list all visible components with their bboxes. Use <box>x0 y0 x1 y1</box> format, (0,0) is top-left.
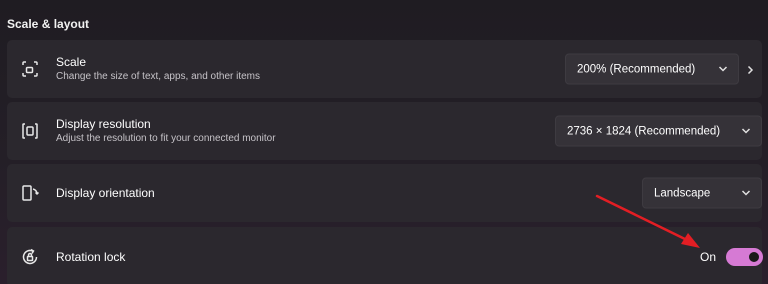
resolution-dropdown[interactable]: 2736 × 1824 (Recommended) <box>555 115 762 147</box>
chevron-right-icon[interactable] <box>744 63 756 75</box>
chevron-down-icon <box>717 63 729 75</box>
orientation-setting-card[interactable]: Display orientation Landscape <box>7 164 762 222</box>
orientation-dropdown[interactable]: Landscape <box>642 177 762 209</box>
resolution-subtitle: Adjust the resolution to fit your connec… <box>56 133 276 144</box>
section-title: Scale & layout <box>7 17 90 31</box>
rotation-lock-state-label: On <box>700 250 717 264</box>
resolution-dropdown-value: 2736 × 1824 (Recommended) <box>567 125 721 137</box>
orientation-title: Display orientation <box>56 186 155 200</box>
resolution-setting-card[interactable]: Display resolution Adjust the resolution… <box>7 102 762 160</box>
chevron-down-icon <box>740 125 752 137</box>
rotation-lock-icon <box>19 246 41 268</box>
rotation-lock-setting-card[interactable]: Rotation lock On <box>7 227 763 284</box>
rotation-lock-title: Rotation lock <box>56 250 126 264</box>
resolution-icon <box>19 120 41 142</box>
scale-icon <box>19 58 41 80</box>
scale-title: Scale <box>56 55 87 69</box>
toggle-knob <box>749 252 759 262</box>
scale-dropdown[interactable]: 200% (Recommended) <box>565 53 739 85</box>
orientation-dropdown-value: Landscape <box>654 187 711 199</box>
resolution-title: Display resolution <box>56 117 151 131</box>
scale-dropdown-value: 200% (Recommended) <box>577 63 696 75</box>
scale-subtitle: Change the size of text, apps, and other… <box>56 71 261 82</box>
rotation-lock-toggle[interactable] <box>726 248 763 266</box>
scale-setting-card[interactable]: Scale Change the size of text, apps, and… <box>7 40 762 98</box>
chevron-down-icon <box>740 187 752 199</box>
orientation-icon <box>19 182 41 204</box>
